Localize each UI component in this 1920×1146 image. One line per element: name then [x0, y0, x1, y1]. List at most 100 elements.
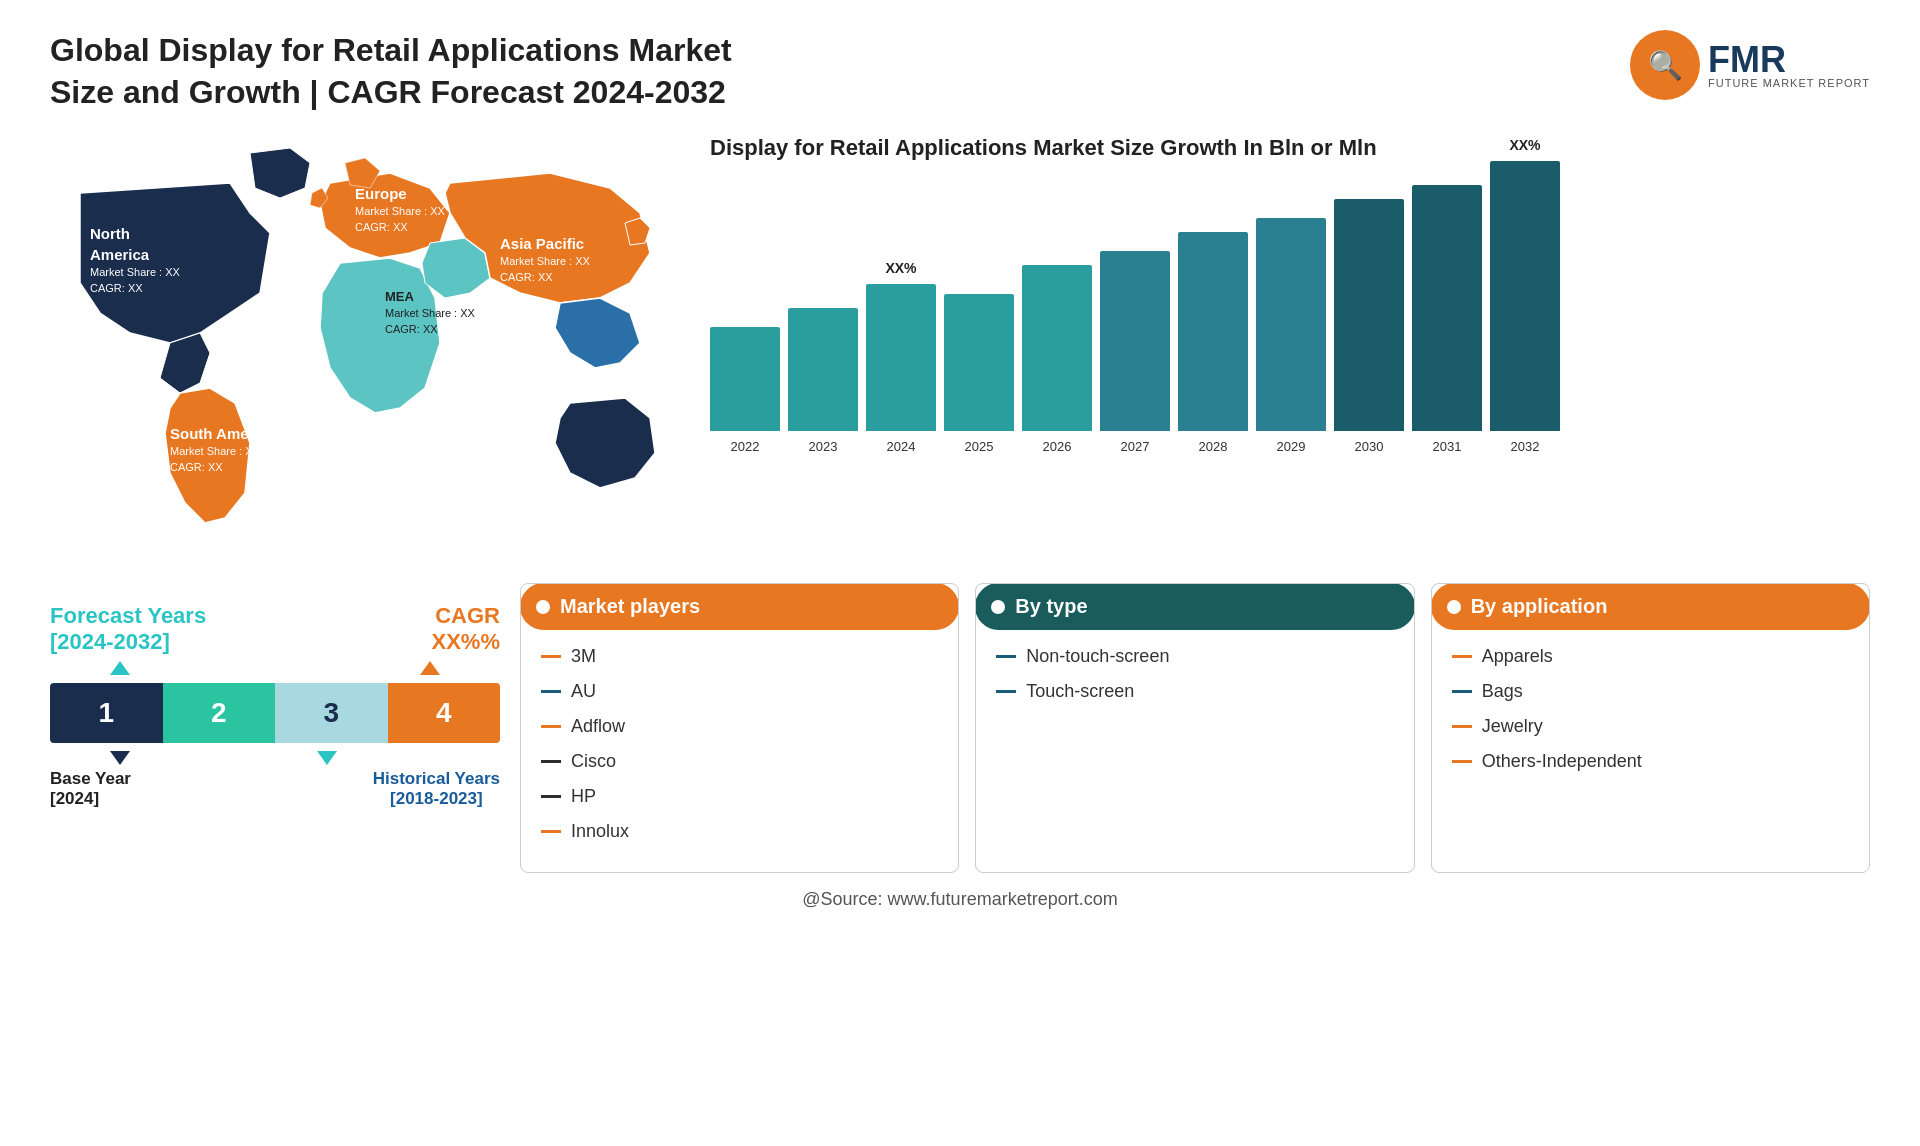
- bar-2026: 2026: [1022, 241, 1092, 454]
- card-item-text-market-players-4: HP: [571, 786, 596, 807]
- tl-segment-3: 3: [275, 683, 388, 743]
- card-item-text-by-type-0: Non-touch-screen: [1026, 646, 1169, 667]
- main-content-row: North America Market Share : XX CAGR: XX…: [50, 133, 1870, 563]
- card-item-text-by-application-1: Bags: [1482, 681, 1523, 702]
- bar-chart-container: 20222023XX%20242025202620272028202920302…: [710, 184, 1870, 494]
- card-dash-market-players-1: [541, 690, 561, 693]
- base-year-value: [2024]: [50, 789, 131, 809]
- bar-rect-2027: [1100, 251, 1170, 431]
- map-label-asia-pacific: Asia Pacific Market Share : XX CAGR: XX: [500, 233, 590, 285]
- bar-rect-2028: [1178, 232, 1248, 431]
- tl-segment-1: 1: [50, 683, 163, 743]
- card-dot-market-players: [536, 600, 550, 614]
- bar-year-2024: 2024: [887, 439, 916, 454]
- bar-2031: 2031: [1412, 161, 1482, 454]
- card-header-by-application: By application: [1431, 583, 1870, 630]
- card-header-title-by-application: By application: [1471, 595, 1608, 618]
- map-section: North America Market Share : XX CAGR: XX…: [50, 133, 670, 563]
- base-year-label: Base Year: [50, 769, 131, 789]
- card-dash-by-type-1: [996, 690, 1016, 693]
- bottom-section: Forecast Years [2024-2032] CAGR XX%%: [50, 583, 1870, 873]
- card-body-by-type: Non-touch-screen Touch-screen: [976, 630, 1413, 732]
- map-label-south-america: South America Market Share : XX CAGR: XX: [170, 423, 275, 475]
- card-item-by-application-3: Others-Independent: [1452, 751, 1849, 772]
- card-dash-market-players-0: [541, 655, 561, 658]
- tl-segment-4: 4: [388, 683, 501, 743]
- card-dash-market-players-4: [541, 795, 561, 798]
- tl-num-2: 2: [211, 697, 227, 729]
- card-dot-by-application: [1447, 600, 1461, 614]
- forecast-label: Forecast Years: [50, 603, 206, 629]
- card-item-by-application-0: Apparels: [1452, 646, 1849, 667]
- card-body-market-players: 3M AU Adflow Cisco HP Innolux: [521, 630, 958, 872]
- card-item-market-players-2: Adflow: [541, 716, 938, 737]
- card-item-text-by-application-3: Others-Independent: [1482, 751, 1642, 772]
- card-item-market-players-5: Innolux: [541, 821, 938, 842]
- card-item-text-market-players-0: 3M: [571, 646, 596, 667]
- source-footer: @Source: www.futuremarketreport.com: [50, 889, 1870, 910]
- bar-rect-2025: [944, 294, 1014, 431]
- bar-rect-2032: [1490, 161, 1560, 431]
- card-dash-by-application-3: [1452, 760, 1472, 763]
- map-label-europe: Europe Market Share : XX CAGR: XX: [355, 183, 445, 235]
- bar-rect-2031: [1412, 185, 1482, 431]
- cards-section: Market players 3M AU Adflow Cisco HP Innolux By…: [520, 583, 1870, 873]
- cagr-value: XX%%: [432, 629, 500, 655]
- header: Global Display for Retail Applications M…: [50, 30, 1870, 113]
- bar-rect-2022: [710, 327, 780, 431]
- page-title: Global Display for Retail Applications M…: [50, 30, 750, 113]
- card-dash-by-application-0: [1452, 655, 1472, 658]
- card-dot-by-type: [991, 600, 1005, 614]
- cagr-label: CAGR: [432, 603, 500, 629]
- tl-num-3: 3: [323, 697, 339, 729]
- bar-year-2031: 2031: [1433, 439, 1462, 454]
- bar-2029: 2029: [1256, 194, 1326, 454]
- card-item-text-market-players-3: Cisco: [571, 751, 616, 772]
- arrow-up-cagr: [420, 661, 440, 675]
- bar-year-2028: 2028: [1199, 439, 1228, 454]
- card-by-type: By type Non-touch-screen Touch-screen: [975, 583, 1414, 873]
- arrow-down-hist: [317, 751, 337, 765]
- card-item-text-by-type-1: Touch-screen: [1026, 681, 1134, 702]
- card-item-by-type-0: Non-touch-screen: [996, 646, 1393, 667]
- bar-rect-2024: [866, 284, 936, 431]
- card-item-market-players-0: 3M: [541, 646, 938, 667]
- card-dash-market-players-3: [541, 760, 561, 763]
- bar-label-2032: XX%: [1509, 137, 1540, 157]
- logo-area: 🔍 FMR FUTURE MARKET REPORT: [1630, 30, 1870, 100]
- card-dash-by-application-2: [1452, 725, 1472, 728]
- card-item-text-by-application-2: Jewelry: [1482, 716, 1543, 737]
- arrow-up-forecast: [110, 661, 130, 675]
- historical-value: [2018-2023]: [373, 789, 500, 809]
- card-dash-market-players-5: [541, 830, 561, 833]
- card-item-text-by-application-0: Apparels: [1482, 646, 1553, 667]
- card-item-by-application-2: Jewelry: [1452, 716, 1849, 737]
- map-label-mea: MEA Market Share : XX CAGR: XX: [385, 288, 475, 337]
- bar-rect-2026: [1022, 265, 1092, 431]
- logo-icon: 🔍: [1630, 30, 1700, 100]
- tl-num-1: 1: [98, 697, 114, 729]
- bar-year-2025: 2025: [965, 439, 994, 454]
- bar-rect-2023: [788, 308, 858, 431]
- map-label-north-america: North America Market Share : XX CAGR: XX: [90, 223, 180, 296]
- tl-segment-2: 2: [163, 683, 276, 743]
- card-header-market-players: Market players: [520, 583, 959, 630]
- card-header-title-by-type: By type: [1015, 595, 1087, 618]
- card-market-players: Market players 3M AU Adflow Cisco HP Innolux: [520, 583, 959, 873]
- timeline-bar: 1 2 3 4: [50, 683, 500, 743]
- bar-2025: 2025: [944, 270, 1014, 454]
- bar-rect-2030: [1334, 199, 1404, 431]
- bar-2023: 2023: [788, 284, 858, 454]
- card-item-market-players-3: Cisco: [541, 751, 938, 772]
- bar-year-2026: 2026: [1043, 439, 1072, 454]
- card-header-by-type: By type: [975, 583, 1414, 630]
- card-body-by-application: Apparels Bags Jewelry Others-Independent: [1432, 630, 1869, 802]
- card-item-market-players-4: HP: [541, 786, 938, 807]
- card-dash-by-type-0: [996, 655, 1016, 658]
- card-item-text-market-players-1: AU: [571, 681, 596, 702]
- bar-year-2032: 2032: [1511, 439, 1540, 454]
- bar-2030: 2030: [1334, 175, 1404, 454]
- bar-year-2029: 2029: [1277, 439, 1306, 454]
- logo-sub: FUTURE MARKET REPORT: [1708, 78, 1870, 89]
- forecast-years: [2024-2032]: [50, 629, 206, 655]
